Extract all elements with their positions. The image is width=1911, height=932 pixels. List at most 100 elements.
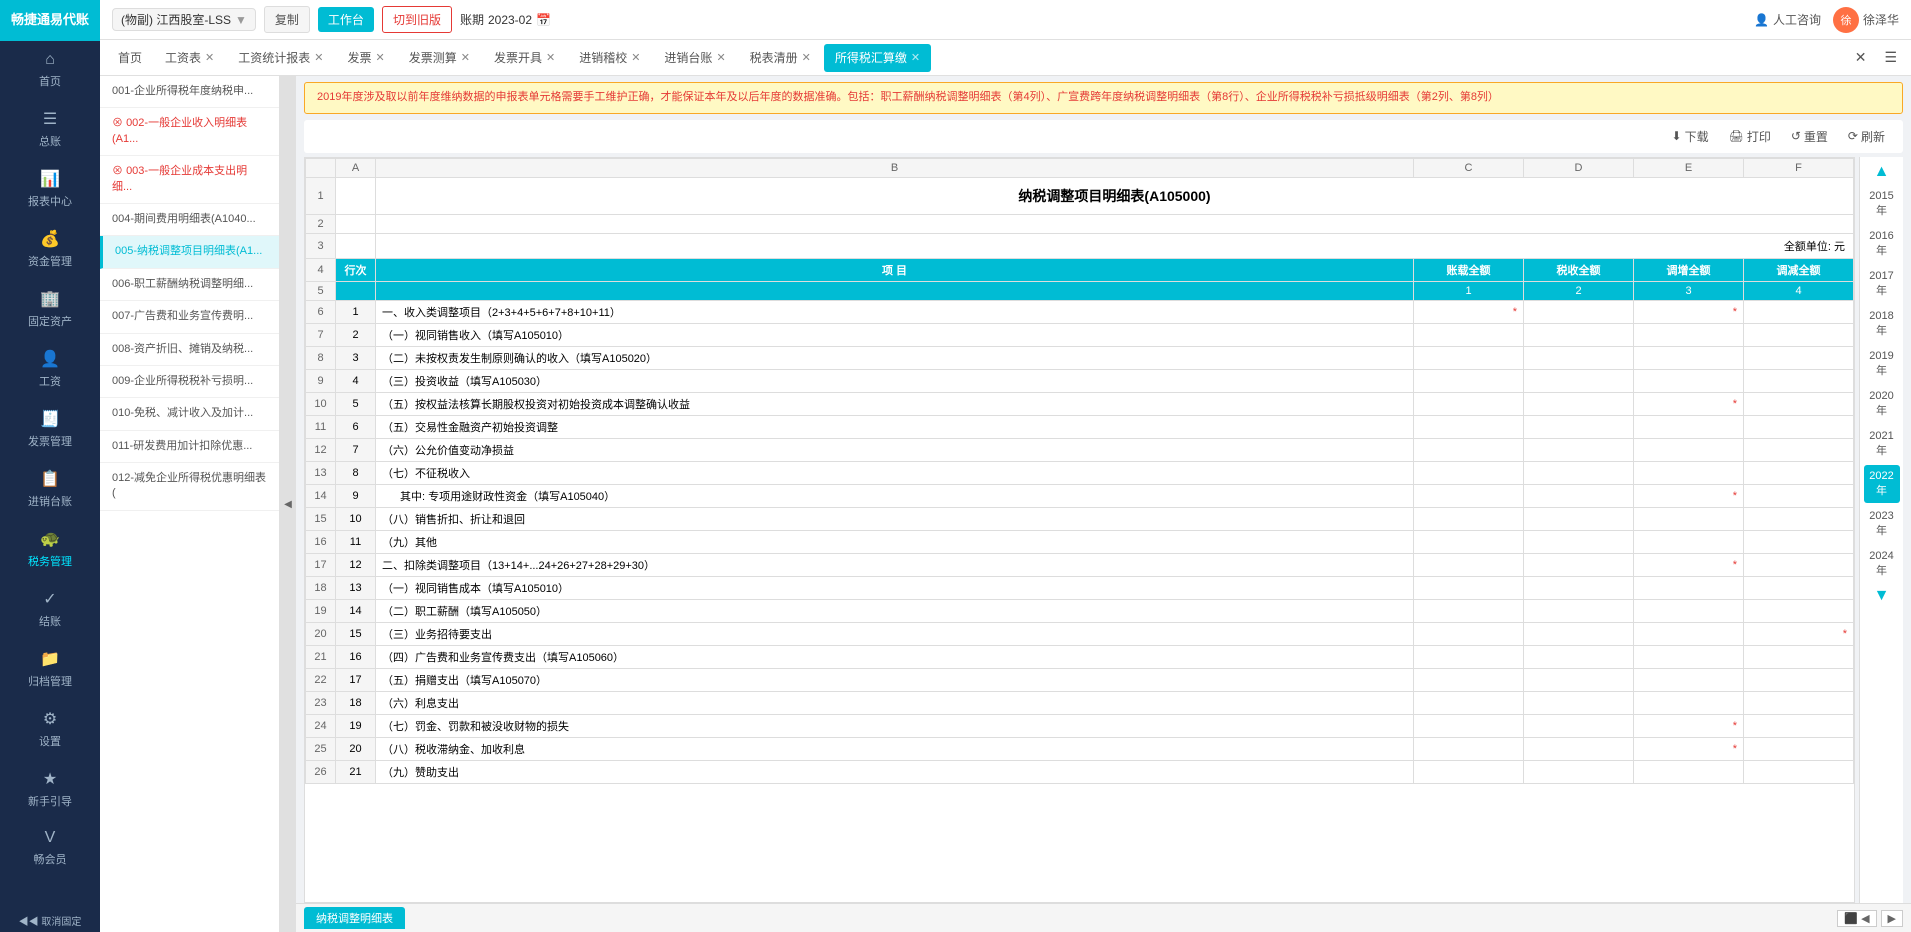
sidebar-item-finance[interactable]: 💰 资金管理 xyxy=(0,219,100,279)
sidebar-item-invoice[interactable]: 🧾 发票管理 xyxy=(0,399,100,459)
cell-e[interactable] xyxy=(1634,461,1744,484)
cell-d[interactable] xyxy=(1524,530,1634,553)
sidebar-item-report[interactable]: 📊 报表中心 xyxy=(0,159,100,219)
cell-d[interactable] xyxy=(1524,760,1634,783)
cell-c[interactable] xyxy=(1414,576,1524,599)
left-item-001[interactable]: 001-企业所得税年度纳税申... xyxy=(100,76,279,108)
cell-e[interactable] xyxy=(1634,645,1744,668)
year-down-button[interactable]: ▼ xyxy=(1872,585,1892,607)
tab-close-icon[interactable]: ✕ xyxy=(376,51,385,64)
cell-c[interactable] xyxy=(1414,461,1524,484)
tab-invoice-calc[interactable]: 发票测算 ✕ xyxy=(398,44,481,72)
tab-close-icon[interactable]: ✕ xyxy=(546,51,555,64)
cell-e[interactable] xyxy=(1634,369,1744,392)
cell-f[interactable] xyxy=(1744,668,1854,691)
cell-e[interactable] xyxy=(1634,622,1744,645)
cell-d[interactable] xyxy=(1524,392,1634,415)
cell-e[interactable] xyxy=(1634,668,1744,691)
cell-f[interactable]: * xyxy=(1744,622,1854,645)
tab-income-tax[interactable]: 所得税汇算缴 ✕ xyxy=(824,44,931,72)
cell-d[interactable] xyxy=(1524,553,1634,576)
cell-c[interactable] xyxy=(1414,622,1524,645)
year-item-2017[interactable]: 2017年 xyxy=(1864,265,1900,303)
cell-c[interactable] xyxy=(1414,415,1524,438)
cell-e[interactable] xyxy=(1634,599,1744,622)
cell-f[interactable] xyxy=(1744,438,1854,461)
tab-close-icon[interactable]: ✕ xyxy=(716,51,725,64)
print-button[interactable]: 🖨 打印 xyxy=(1723,126,1777,147)
left-item-009[interactable]: 009-企业所得税税补亏损明... xyxy=(100,366,279,398)
cell-e[interactable]: * xyxy=(1634,714,1744,737)
cell-c[interactable] xyxy=(1414,369,1524,392)
cell-d[interactable] xyxy=(1524,576,1634,599)
cell-f[interactable] xyxy=(1744,323,1854,346)
year-item-2020[interactable]: 2020年 xyxy=(1864,385,1900,423)
left-item-011[interactable]: 011-研发费用加计扣除优惠... xyxy=(100,431,279,463)
cell-f[interactable] xyxy=(1744,300,1854,323)
cell-f[interactable] xyxy=(1744,530,1854,553)
year-item-2023[interactable]: 2023年 xyxy=(1864,505,1900,543)
cell-d[interactable] xyxy=(1524,415,1634,438)
scroll-left-button[interactable]: ⬛ ◀ xyxy=(1837,910,1876,927)
year-item-2015[interactable]: 2015年 xyxy=(1864,185,1900,223)
year-item-2016[interactable]: 2016年 xyxy=(1864,225,1900,263)
tab-menu-button[interactable]: ☰ xyxy=(1878,47,1903,68)
cell-d[interactable] xyxy=(1524,622,1634,645)
cell-c[interactable] xyxy=(1414,737,1524,760)
cell-c[interactable] xyxy=(1414,438,1524,461)
tab-close-icon[interactable]: ✕ xyxy=(802,51,811,64)
tab-check[interactable]: 进销稽校 ✕ xyxy=(568,44,651,72)
sidebar-item-member[interactable]: V 畅会员 xyxy=(0,819,100,877)
cell-f[interactable] xyxy=(1744,737,1854,760)
spreadsheet-container[interactable]: A B C D E F 1 xyxy=(304,157,1855,903)
cell-d[interactable] xyxy=(1524,484,1634,507)
cell-c[interactable] xyxy=(1414,645,1524,668)
tab-tax-list[interactable]: 税表清册 ✕ xyxy=(739,44,822,72)
cell-e[interactable] xyxy=(1634,346,1744,369)
cell-d[interactable] xyxy=(1524,369,1634,392)
cell-e[interactable] xyxy=(1634,576,1744,599)
year-up-button[interactable]: ▲ xyxy=(1872,161,1892,183)
cell-c[interactable] xyxy=(1414,714,1524,737)
cell-c[interactable] xyxy=(1414,553,1524,576)
sidebar-item-payroll[interactable]: 👤 工资 xyxy=(0,339,100,399)
sidebar-item-sales[interactable]: 📋 进销台账 xyxy=(0,459,100,519)
cell-d[interactable] xyxy=(1524,668,1634,691)
cell-e[interactable] xyxy=(1634,760,1744,783)
download-button[interactable]: ⬇ 下载 xyxy=(1666,126,1715,147)
cell-e[interactable] xyxy=(1634,415,1744,438)
left-item-012[interactable]: 012-减免企业所得税优惠明细表( xyxy=(100,463,279,511)
cell-f[interactable] xyxy=(1744,576,1854,599)
tab-invoice-issue[interactable]: 发票开具 ✕ xyxy=(483,44,566,72)
sidebar-item-close[interactable]: ✓ 结账 xyxy=(0,579,100,639)
cell-c[interactable]: * xyxy=(1414,300,1524,323)
left-item-002[interactable]: 002-一般企业收入明细表(A1... xyxy=(100,108,279,156)
cell-d[interactable] xyxy=(1524,346,1634,369)
user-menu[interactable]: 徐 徐泽华 xyxy=(1833,7,1899,33)
cell-d[interactable] xyxy=(1524,323,1634,346)
cell-d[interactable] xyxy=(1524,714,1634,737)
copy-button[interactable]: 复制 xyxy=(264,6,310,33)
cell-e[interactable] xyxy=(1634,323,1744,346)
sidebar-item-assets[interactable]: 🏢 固定资产 xyxy=(0,279,100,339)
cell-f[interactable] xyxy=(1744,691,1854,714)
cell-d[interactable] xyxy=(1524,438,1634,461)
tab-invoice[interactable]: 发票 ✕ xyxy=(336,44,395,72)
refresh-button[interactable]: ⟳ 刷新 xyxy=(1842,126,1891,147)
year-item-2024[interactable]: 2024年 xyxy=(1864,545,1900,583)
cell-d[interactable] xyxy=(1524,461,1634,484)
tab-close-icon[interactable]: ✕ xyxy=(314,51,323,64)
cell-c[interactable] xyxy=(1414,691,1524,714)
cell-d[interactable] xyxy=(1524,599,1634,622)
cell-e[interactable] xyxy=(1634,507,1744,530)
year-item-2018[interactable]: 2018年 xyxy=(1864,305,1900,343)
cell-e[interactable] xyxy=(1634,438,1744,461)
cell-e[interactable] xyxy=(1634,691,1744,714)
cell-f[interactable] xyxy=(1744,599,1854,622)
sidebar-item-home[interactable]: ⌂ 首页 xyxy=(0,41,100,99)
old-version-button[interactable]: 切到旧版 xyxy=(382,6,452,33)
year-item-2019[interactable]: 2019年 xyxy=(1864,345,1900,383)
cell-c[interactable] xyxy=(1414,392,1524,415)
left-item-004[interactable]: 004-期间费用明细表(A1040... xyxy=(100,204,279,236)
cell-e[interactable] xyxy=(1634,530,1744,553)
